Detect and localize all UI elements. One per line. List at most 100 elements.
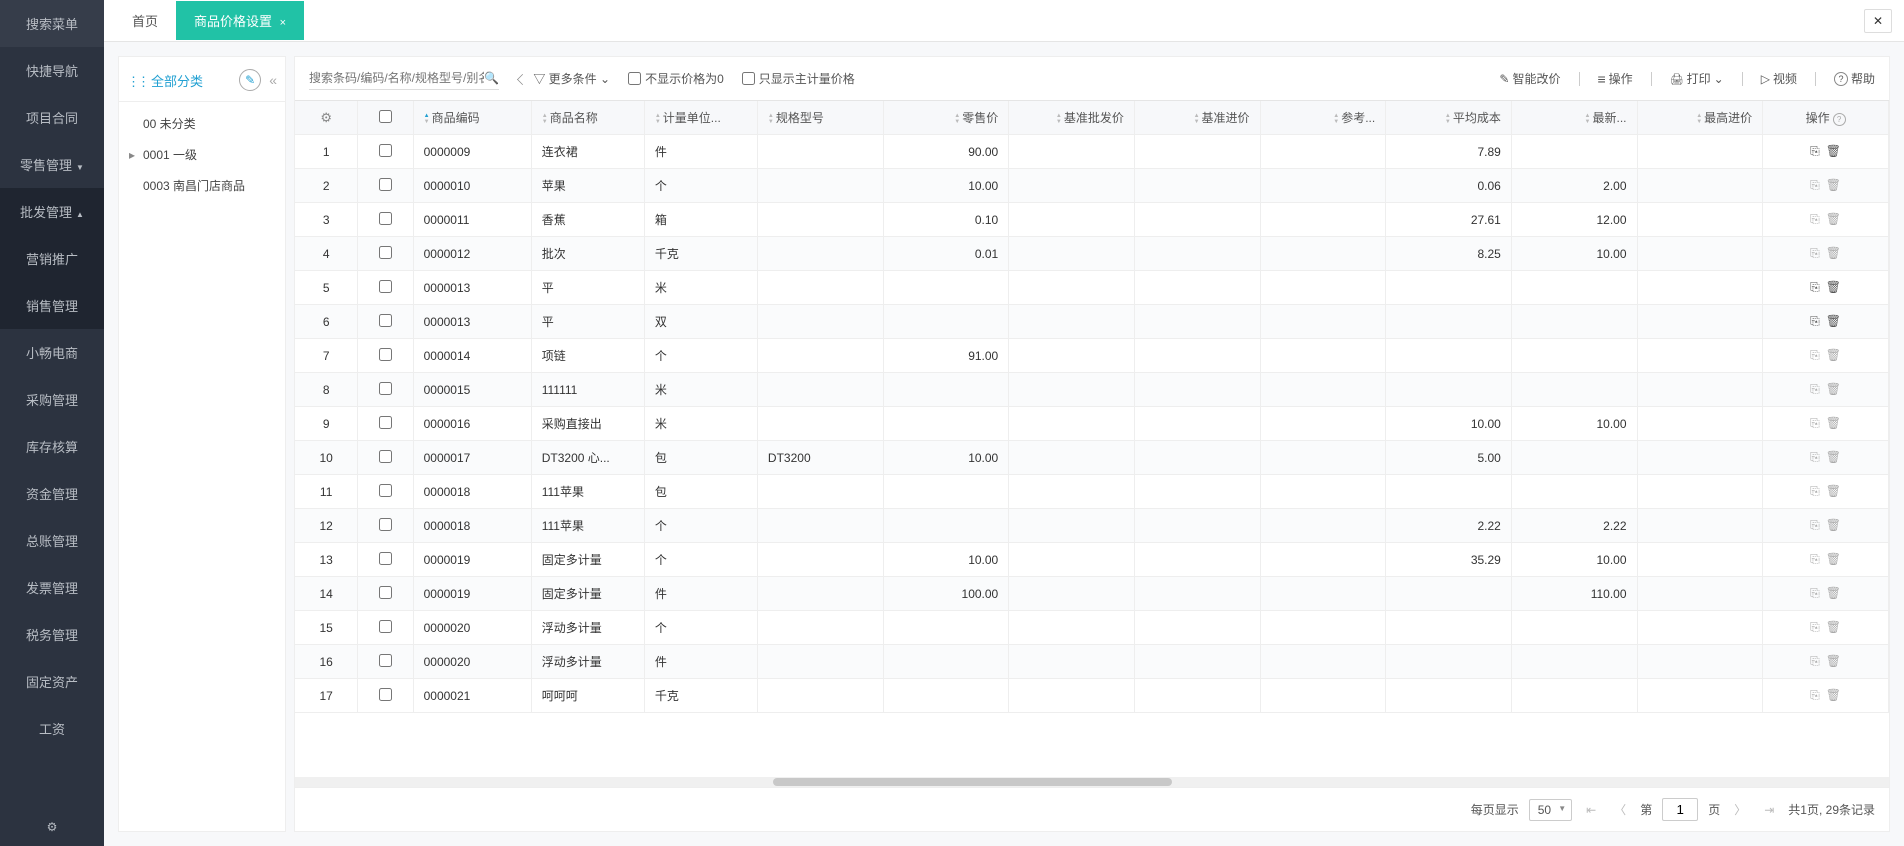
page-number-input[interactable] (1662, 798, 1698, 821)
expand-icon[interactable]: ▸ (129, 148, 139, 162)
sidebar-item[interactable]: 销售管理 (0, 282, 104, 329)
scrollbar-thumb[interactable] (773, 778, 1172, 786)
sidebar-item[interactable]: 搜索菜单 (0, 0, 104, 47)
sidebar-item[interactable]: 税务管理 (0, 611, 104, 658)
row-delete-icon[interactable]: 🗑 (1826, 348, 1841, 362)
sidebar-item[interactable]: 工资 (0, 705, 104, 752)
row-delete-icon[interactable]: 🗑 (1826, 484, 1841, 498)
row-edit-icon[interactable]: ⎘ (1810, 382, 1820, 396)
row-checkbox[interactable] (379, 348, 392, 361)
row-edit-icon[interactable]: ⎘ (1810, 518, 1820, 532)
row-checkbox[interactable] (379, 552, 392, 565)
video-button[interactable]: 视频 (1761, 70, 1797, 87)
tab-product-price-settings[interactable]: 商品价格设置 × (176, 1, 304, 40)
table-row[interactable]: 110000018111苹果包⎘🗑 (295, 475, 1889, 509)
row-checkbox[interactable] (379, 416, 392, 429)
table-row[interactable]: 10000009连衣裙件90.007.89⎘🗑 (295, 135, 1889, 169)
col-avg-cost[interactable]: 平均成本 (1386, 101, 1512, 135)
row-edit-icon[interactable]: ⎘ (1810, 654, 1820, 668)
sidebar-item[interactable]: 营销推广 (0, 235, 104, 282)
table-row[interactable]: 60000013平双⎘🗑 (295, 305, 1889, 339)
first-page-icon[interactable]: ⇤ (1582, 803, 1600, 817)
col-spec[interactable]: 规格型号 (757, 101, 883, 135)
row-delete-icon[interactable]: 🗑 (1826, 382, 1841, 396)
sidebar-item[interactable]: 采购管理 (0, 376, 104, 423)
row-checkbox[interactable] (379, 586, 392, 599)
table-row[interactable]: 130000019固定多计量个10.0035.2910.00⎘🗑 (295, 543, 1889, 577)
select-all-header[interactable] (358, 101, 413, 135)
col-base-purchase[interactable]: 基准进价 (1134, 101, 1260, 135)
close-icon[interactable]: × (280, 17, 286, 29)
search-icon[interactable]: 🔍 (484, 71, 499, 85)
tree-node[interactable]: 0003 南昌门店商品 (119, 170, 285, 201)
row-delete-icon[interactable]: 🗑 (1826, 314, 1841, 328)
column-settings-gear-icon[interactable] (295, 101, 358, 135)
sidebar-item[interactable]: 小畅电商 (0, 329, 104, 376)
col-retail[interactable]: 零售价 (883, 101, 1009, 135)
col-max-purchase[interactable]: 最高进价 (1637, 101, 1763, 135)
table-row[interactable]: 150000020浮动多计量个⎘🗑 (295, 611, 1889, 645)
collapse-tree-icon[interactable]: « (269, 72, 277, 88)
table-row[interactable]: 50000013平米⎘🗑 (295, 271, 1889, 305)
row-delete-icon[interactable]: 🗑 (1826, 552, 1841, 566)
row-edit-icon[interactable]: ⎘ (1810, 178, 1820, 192)
row-delete-icon[interactable]: 🗑 (1826, 654, 1841, 668)
sidebar-item[interactable]: 项目合同 (0, 94, 104, 141)
row-edit-icon[interactable]: ⎘ (1810, 280, 1820, 294)
table-row[interactable]: 170000021呵呵呵千克⎘🗑 (295, 679, 1889, 713)
row-checkbox[interactable] (379, 518, 392, 531)
row-delete-icon[interactable]: 🗑 (1826, 416, 1841, 430)
row-edit-icon[interactable]: ⎘ (1810, 450, 1820, 464)
row-checkbox[interactable] (379, 484, 392, 497)
smart-edit-button[interactable]: 智能改价 (1499, 70, 1560, 87)
table-row[interactable]: 70000014项链个91.00⎘🗑 (295, 339, 1889, 373)
edit-tree-icon[interactable]: ✎ (239, 69, 261, 91)
row-edit-icon[interactable]: ⎘ (1810, 212, 1820, 226)
row-delete-icon[interactable]: 🗑 (1826, 178, 1841, 192)
row-edit-icon[interactable]: ⎘ (1810, 314, 1820, 328)
sidebar-item[interactable]: 资金管理 (0, 470, 104, 517)
row-edit-icon[interactable]: ⎘ (1810, 620, 1820, 634)
search-input[interactable] (309, 67, 484, 89)
tree-node[interactable]: ▸0001 一级 (119, 139, 285, 170)
col-ref[interactable]: 参考... (1260, 101, 1386, 135)
row-checkbox[interactable] (379, 280, 392, 293)
close-all-tabs-icon[interactable]: ✕ (1864, 9, 1892, 33)
row-delete-icon[interactable]: 🗑 (1826, 518, 1841, 532)
row-edit-icon[interactable]: ⎘ (1810, 246, 1820, 260)
row-delete-icon[interactable]: 🗑 (1826, 280, 1841, 294)
row-checkbox[interactable] (379, 382, 392, 395)
col-name[interactable]: 商品名称 (531, 101, 644, 135)
row-delete-icon[interactable]: 🗑 (1826, 144, 1841, 158)
row-checkbox[interactable] (379, 144, 392, 157)
table-row[interactable]: 20000010苹果个10.000.062.00⎘🗑 (295, 169, 1889, 203)
row-checkbox[interactable] (379, 178, 392, 191)
ops-help-icon[interactable] (1830, 111, 1846, 125)
prev-page-icon[interactable]: 〈 (1610, 801, 1630, 818)
row-edit-icon[interactable]: ⎘ (1810, 144, 1820, 158)
row-checkbox[interactable] (379, 314, 392, 327)
sidebar-item[interactable]: 批发管理 (0, 188, 104, 235)
page-size-select[interactable]: 50 (1529, 799, 1572, 821)
sidebar-item[interactable]: 快捷导航 (0, 47, 104, 94)
row-checkbox[interactable] (379, 654, 392, 667)
table-scroll-area[interactable]: 商品编码 商品名称 计量单位... 规格型号 零售价 基准批发价 基准进价 参考… (295, 100, 1889, 777)
row-delete-icon[interactable]: 🗑 (1826, 212, 1841, 226)
col-unit[interactable]: 计量单位... (644, 101, 757, 135)
row-delete-icon[interactable]: 🗑 (1826, 246, 1841, 260)
operate-button[interactable]: 操作 (1598, 70, 1633, 87)
print-button[interactable]: 打印 ⌄ (1670, 70, 1724, 87)
row-edit-icon[interactable]: ⎘ (1810, 586, 1820, 600)
more-conditions-dropdown[interactable]: ▽ 更多条件 ⌄ (517, 70, 610, 87)
sidebar-item[interactable]: 固定资产 (0, 658, 104, 705)
row-checkbox[interactable] (379, 212, 392, 225)
row-edit-icon[interactable]: ⎘ (1810, 552, 1820, 566)
col-base-wholesale[interactable]: 基准批发价 (1009, 101, 1135, 135)
next-page-icon[interactable]: 〉 (1730, 801, 1750, 818)
table-row[interactable]: 80000015111111米⎘🗑 (295, 373, 1889, 407)
row-delete-icon[interactable]: 🗑 (1826, 450, 1841, 464)
table-row[interactable]: 30000011香蕉箱0.1027.6112.00⎘🗑 (295, 203, 1889, 237)
row-edit-icon[interactable]: ⎘ (1810, 348, 1820, 362)
table-row[interactable]: 40000012批次千克0.018.2510.00⎘🗑 (295, 237, 1889, 271)
horizontal-scrollbar[interactable] (295, 777, 1889, 787)
